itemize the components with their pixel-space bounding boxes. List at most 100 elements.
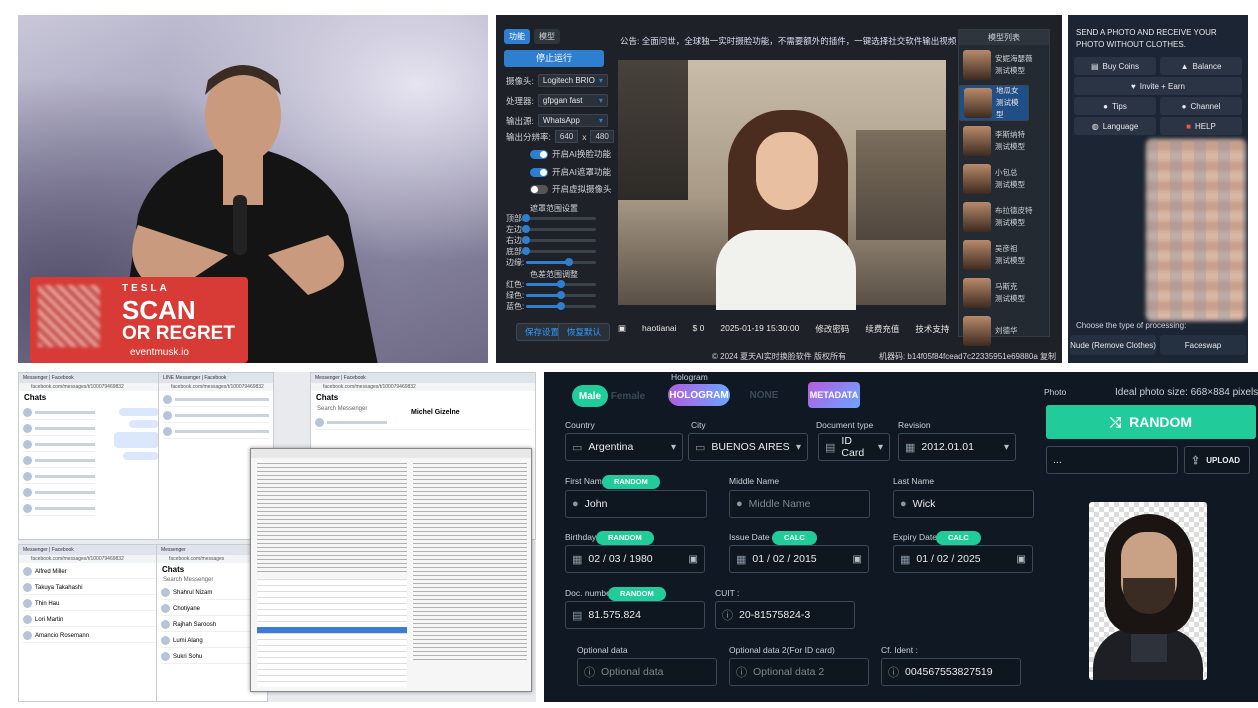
tips-button[interactable]: ● Tips — [1074, 97, 1156, 115]
optional-data-2-field[interactable]: ⓘ Optional data 2 — [729, 658, 869, 686]
selected-row[interactable] — [257, 627, 407, 633]
contact-row[interactable]: Alfred Miller — [23, 565, 157, 579]
range-slider[interactable] — [522, 214, 596, 222]
restore-default-button[interactable]: 恢复默认 — [558, 323, 611, 341]
contact-row[interactable]: Lumi Alang — [161, 634, 263, 648]
city-select[interactable]: ▭ BUENOS AIRES ▾ — [688, 433, 808, 461]
expiry-date-calc-button[interactable]: CALC — [936, 531, 981, 545]
list-item[interactable] — [23, 438, 95, 452]
contact-row[interactable]: Amancio Rosemann — [23, 629, 157, 643]
model-item[interactable]: 安妮海瑟薇 测试模型 — [959, 47, 1049, 83]
faceswap-option-button[interactable]: Faceswap — [1160, 335, 1246, 355]
first-name-random-button[interactable]: RANDOM — [602, 475, 660, 489]
contact-row[interactable]: Chotiyane — [161, 602, 263, 616]
processor-select[interactable]: gfpgan fast ▾ — [537, 94, 608, 107]
male-button[interactable]: Male — [572, 385, 608, 407]
slider-handle[interactable] — [522, 247, 530, 255]
slider-handle[interactable] — [522, 236, 530, 244]
list-item[interactable] — [23, 486, 95, 500]
address-bar[interactable]: facebook.com/messages/t/100079469832 — [19, 555, 161, 563]
tab-function[interactable]: 功能 — [504, 29, 530, 44]
help-button[interactable]: ■ HELP — [1160, 117, 1242, 135]
faceswap-toggle[interactable] — [530, 149, 548, 159]
width-input[interactable]: 640 — [554, 130, 579, 143]
female-button[interactable]: Female — [608, 385, 648, 407]
tab-model[interactable]: 模型 — [534, 29, 560, 44]
cuit-field[interactable]: ⓘ 20-81575824-3 — [715, 601, 855, 629]
change-password-link[interactable]: 修改密码 — [815, 323, 849, 335]
list-item[interactable] — [315, 416, 531, 430]
metadata-button[interactable]: METADATA — [808, 382, 860, 408]
last-name-field[interactable]: ● Wick — [893, 490, 1034, 518]
range-slider[interactable] — [526, 302, 596, 310]
range-slider[interactable] — [526, 280, 596, 288]
list-item[interactable] — [23, 422, 95, 436]
slider-handle[interactable] — [557, 280, 565, 288]
language-button[interactable]: ◍ Language — [1074, 117, 1156, 135]
mask-toggle[interactable] — [530, 167, 548, 177]
address-bar[interactable]: facebook.com/messages/t/100079469832 — [311, 383, 535, 391]
first-name-field[interactable]: ● John — [565, 490, 707, 518]
cf-ident-field[interactable]: ⓘ 004567553827519 — [881, 658, 1021, 686]
nude-option-button[interactable]: Nude (Remove Clothes) — [1070, 335, 1156, 355]
issue-date-calc-button[interactable]: CALC — [772, 531, 817, 545]
machine-code[interactable]: 机器码: b14f05f84fcead7c22335951e69880a 复制 — [879, 351, 1056, 362]
buy-coins-button[interactable]: ▤ Buy Coins — [1074, 57, 1156, 75]
contact-row[interactable]: Takuya Takahashi — [23, 581, 157, 595]
address-bar[interactable]: facebook.com/messages/t/100079469832 — [19, 383, 163, 391]
birthday-field[interactable]: ▦ 02 / 03 / 1980 ▣ — [565, 545, 705, 573]
hologram-button[interactable]: HOLOGRAM — [668, 384, 730, 406]
stop-button[interactable]: 停止运行 — [504, 50, 604, 67]
channel-button[interactable]: ● Channel — [1160, 97, 1242, 115]
calendar-picker-icon[interactable]: ▣ — [1017, 554, 1026, 565]
range-slider[interactable] — [522, 225, 596, 233]
contact-row[interactable]: Sukri Sohu — [161, 650, 263, 664]
recharge-link[interactable]: 续费充值 — [865, 323, 899, 335]
model-item[interactable]: 小包总 测试模型 — [959, 161, 1049, 197]
optional-data-field[interactable]: ⓘ Optional data — [577, 658, 717, 686]
country-select[interactable]: ▭ Argentina ▾ — [565, 433, 683, 461]
issue-date-field[interactable]: ▦ 01 / 02 / 2015 ▣ — [729, 545, 869, 573]
slider-handle[interactable] — [557, 291, 565, 299]
slider-handle[interactable] — [565, 258, 574, 266]
model-item[interactable]: 吴彦祖 测试模型 — [959, 237, 1049, 273]
expiry-date-field[interactable]: ▦ 01 / 02 / 2025 ▣ — [893, 545, 1033, 573]
revision-select[interactable]: ▦ 2012.01.01 ▾ — [898, 433, 1016, 461]
list-item[interactable] — [23, 470, 95, 484]
range-slider[interactable] — [526, 258, 596, 266]
support-link[interactable]: 技术支持 — [915, 323, 949, 335]
range-slider[interactable] — [522, 247, 596, 255]
none-button[interactable]: NONE — [744, 384, 784, 406]
calendar-picker-icon[interactable]: ▣ — [853, 554, 862, 565]
doc-number-random-button[interactable]: RANDOM — [608, 587, 666, 601]
random-photo-button[interactable]: ⤮ RANDOM — [1046, 405, 1256, 439]
contact-row[interactable]: Rajhah Saroosh — [161, 618, 263, 632]
contact-row[interactable]: Shahrul Nizam — [161, 586, 263, 600]
model-item[interactable]: 李斯纳特 测试模型 — [959, 123, 1049, 159]
model-item[interactable]: 刘德华 — [959, 313, 1049, 349]
range-slider[interactable] — [526, 291, 596, 299]
model-item[interactable]: 地瓜女 测试模型 — [959, 85, 1029, 121]
height-input[interactable]: 480 — [590, 130, 614, 143]
birthday-random-button[interactable]: RANDOM — [596, 531, 654, 545]
address-bar[interactable]: facebook.com/messages/t/100079469832 — [159, 383, 273, 391]
list-item[interactable] — [23, 454, 95, 468]
middle-name-field[interactable]: ● Middle Name — [729, 490, 870, 518]
list-item[interactable] — [23, 502, 95, 516]
doc-type-select[interactable]: ▤ ID Card ▾ — [818, 433, 890, 461]
invite-button[interactable]: ♥ Invite + Earn — [1074, 77, 1242, 95]
output-select[interactable]: WhatsApp ▾ — [537, 114, 608, 127]
list-item[interactable] — [23, 406, 95, 420]
camera-select[interactable]: Logitech BRIO ▾ — [537, 74, 608, 87]
slider-handle[interactable] — [522, 225, 530, 233]
photo-path-field[interactable]: ... — [1046, 446, 1178, 474]
doc-number-field[interactable]: ▤ 81.575.824 — [565, 601, 705, 629]
range-slider[interactable] — [522, 236, 596, 244]
upload-button[interactable]: ⇪ UPLOAD — [1184, 446, 1250, 474]
contact-row[interactable]: Lori Martin — [23, 613, 157, 627]
model-item[interactable]: 马斯克 测试模型 — [959, 275, 1049, 311]
slider-handle[interactable] — [522, 214, 530, 222]
list-item[interactable] — [163, 409, 269, 423]
contact-row[interactable]: Thin Hau — [23, 597, 157, 611]
list-item[interactable] — [163, 393, 269, 407]
